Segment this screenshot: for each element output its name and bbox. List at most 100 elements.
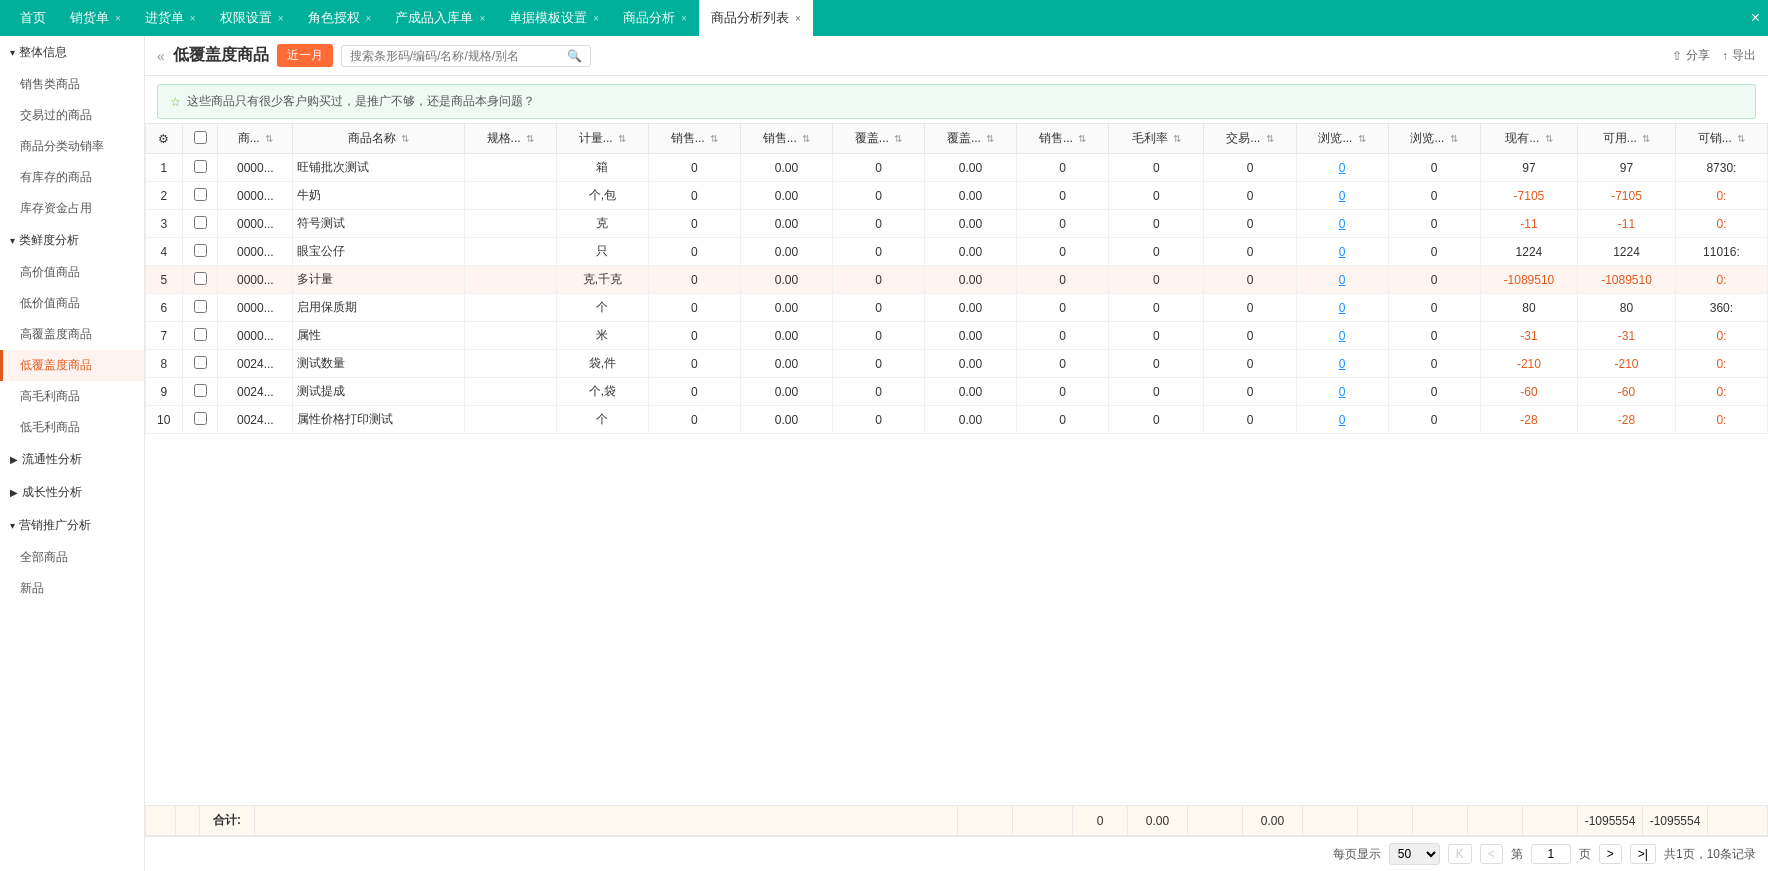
row-name: 测试提成 (293, 378, 465, 406)
sidebar-item-stock-capital[interactable]: 库存资金占用 (0, 193, 144, 224)
sidebar-section-freshness[interactable]: ▾ 类鲜度分析 (0, 224, 144, 257)
row-browse1[interactable]: 0 (1296, 322, 1388, 350)
row-checkbox[interactable] (194, 272, 207, 285)
nav-template-settings[interactable]: 单据模板设置 × (497, 0, 611, 36)
nav-role-auth[interactable]: 角色授权 × (296, 0, 384, 36)
row-browse1[interactable]: 0 (1296, 210, 1388, 238)
nav-analysis-list[interactable]: 商品分析列表 × (699, 0, 813, 36)
row-check[interactable] (182, 406, 218, 434)
nav-permissions[interactable]: 权限设置 × (208, 0, 296, 36)
row-browse1[interactable]: 0 (1296, 238, 1388, 266)
nav-close-permissions[interactable]: × (278, 13, 284, 24)
row-check[interactable] (182, 350, 218, 378)
nav-close-role[interactable]: × (366, 13, 372, 24)
row-checkbox[interactable] (194, 160, 207, 173)
close-all-tabs[interactable]: × (1751, 9, 1760, 27)
col-available[interactable]: 可用... ⇅ (1578, 124, 1676, 154)
col-code[interactable]: 商... ⇅ (218, 124, 293, 154)
sidebar-item-low-margin[interactable]: 低毛利商品 (0, 412, 144, 443)
sidebar-section-growth[interactable]: ▶ 成长性分析 (0, 476, 144, 509)
nav-sales-order[interactable]: 销货单 × (58, 0, 133, 36)
row-checkbox[interactable] (194, 328, 207, 341)
row-browse1[interactable]: 0 (1296, 154, 1388, 182)
col-browse1[interactable]: 浏览... ⇅ (1296, 124, 1388, 154)
sidebar-item-new-products[interactable]: 新品 (0, 573, 144, 604)
col-trans[interactable]: 交易... ⇅ (1204, 124, 1296, 154)
sidebar-item-low-coverage[interactable]: 低覆盖度商品 (0, 350, 144, 381)
row-browse1[interactable]: 0 (1296, 350, 1388, 378)
nav-home[interactable]: 首页 (8, 0, 58, 36)
sidebar-item-low-value[interactable]: 低价值商品 (0, 288, 144, 319)
row-check[interactable] (182, 378, 218, 406)
sidebar-item-category-rate[interactable]: 商品分类动销率 (0, 131, 144, 162)
row-checkbox[interactable] (194, 412, 207, 425)
last-page-button[interactable]: >| (1630, 844, 1656, 864)
page-number-input[interactable] (1531, 844, 1571, 864)
search-icon[interactable]: 🔍 (567, 49, 582, 63)
row-browse1[interactable]: 0 (1296, 378, 1388, 406)
col-settings[interactable]: ⚙ (146, 124, 183, 154)
row-check[interactable] (182, 266, 218, 294)
col-cover1[interactable]: 覆盖... ⇅ (832, 124, 924, 154)
sidebar-item-all-products[interactable]: 全部商品 (0, 542, 144, 573)
sidebar-item-high-value[interactable]: 高价值商品 (0, 257, 144, 288)
sidebar-item-high-coverage[interactable]: 高覆盖度商品 (0, 319, 144, 350)
share-button[interactable]: ⇧ 分享 (1672, 47, 1710, 64)
row-check[interactable] (182, 154, 218, 182)
row-unit: 箱 (556, 154, 648, 182)
row-checkbox[interactable] (194, 384, 207, 397)
next-page-button[interactable]: > (1599, 844, 1622, 864)
col-gross-rate[interactable]: 毛利率 ⇅ (1109, 124, 1204, 154)
sidebar-item-in-stock[interactable]: 有库存的商品 (0, 162, 144, 193)
first-page-button[interactable]: K (1448, 844, 1472, 864)
row-browse1[interactable]: 0 (1296, 294, 1388, 322)
row-sales-amt: 0.00 (740, 266, 832, 294)
col-sales-qty[interactable]: 销售... ⇅ (648, 124, 740, 154)
col-sales-amt[interactable]: 销售... ⇅ (740, 124, 832, 154)
prev-page-button[interactable]: < (1480, 844, 1503, 864)
row-check[interactable] (182, 182, 218, 210)
sidebar-section-marketing[interactable]: ▾ 营销推广分析 (0, 509, 144, 542)
row-browse1[interactable]: 0 (1296, 182, 1388, 210)
row-check[interactable] (182, 294, 218, 322)
row-checkbox[interactable] (194, 300, 207, 313)
nav-close-sales-order[interactable]: × (115, 13, 121, 24)
col-sales2[interactable]: 销售... ⇅ (1017, 124, 1109, 154)
row-check[interactable] (182, 322, 218, 350)
sidebar-item-traded-products[interactable]: 交易过的商品 (0, 100, 144, 131)
time-filter-button[interactable]: 近一月 (277, 44, 333, 67)
row-checkbox[interactable] (194, 356, 207, 369)
nav-close-purchase[interactable]: × (190, 13, 196, 24)
nav-close-analysis[interactable]: × (681, 13, 687, 24)
row-check[interactable] (182, 238, 218, 266)
col-spec[interactable]: 规格... ⇅ (464, 124, 556, 154)
col-check[interactable] (182, 124, 218, 154)
row-checkbox[interactable] (194, 188, 207, 201)
col-sellable[interactable]: 可销... ⇅ (1675, 124, 1767, 154)
col-name[interactable]: 商品名称 ⇅ (293, 124, 465, 154)
sidebar-item-high-margin[interactable]: 高毛利商品 (0, 381, 144, 412)
row-checkbox[interactable] (194, 216, 207, 229)
col-browse2[interactable]: 浏览... ⇅ (1388, 124, 1480, 154)
select-all-checkbox[interactable] (194, 131, 207, 144)
nav-close-product-entry[interactable]: × (479, 13, 485, 24)
export-button[interactable]: ↑ 导出 (1722, 47, 1756, 64)
row-browse1[interactable]: 0 (1296, 266, 1388, 294)
nav-close-template[interactable]: × (593, 13, 599, 24)
search-input[interactable] (350, 49, 563, 63)
sidebar-collapse-button[interactable]: « (157, 48, 165, 64)
sidebar-section-liquidity[interactable]: ▶ 流通性分析 (0, 443, 144, 476)
col-cover2[interactable]: 覆盖... ⇅ (925, 124, 1017, 154)
row-checkbox[interactable] (194, 244, 207, 257)
row-check[interactable] (182, 210, 218, 238)
per-page-select[interactable]: 50 100 200 (1389, 843, 1440, 865)
col-unit[interactable]: 计量... ⇅ (556, 124, 648, 154)
nav-product-entry[interactable]: 产成品入库单 × (383, 0, 497, 36)
nav-product-analysis[interactable]: 商品分析 × (611, 0, 699, 36)
nav-purchase-order[interactable]: 进货单 × (133, 0, 208, 36)
row-browse1[interactable]: 0 (1296, 406, 1388, 434)
nav-close-analysis-list[interactable]: × (795, 13, 801, 24)
sidebar-item-sales-products[interactable]: 销售类商品 (0, 69, 144, 100)
col-current[interactable]: 现有... ⇅ (1480, 124, 1578, 154)
sidebar-section-overview[interactable]: ▾ 整体信息 (0, 36, 144, 69)
